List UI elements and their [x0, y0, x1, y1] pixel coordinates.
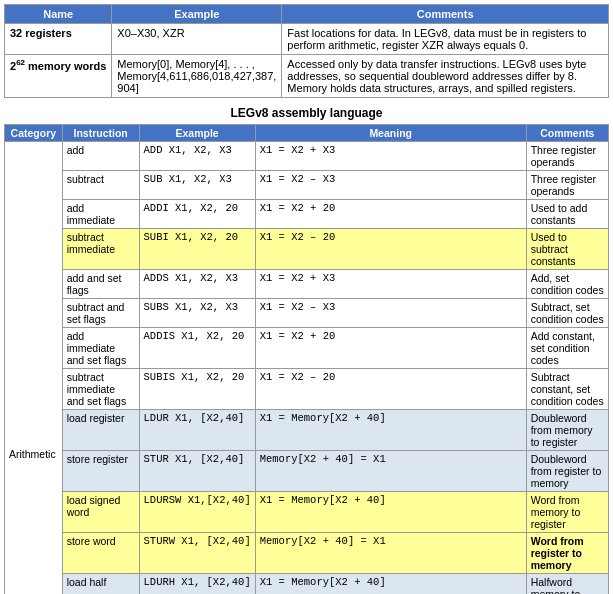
section-title: LEGv8 assembly language [4, 106, 609, 120]
example-cell: SUBS X1, X2, X3 [139, 299, 255, 328]
comments-cell: Used to subtract constants [526, 229, 608, 270]
instruction-cell: add immediate and set flags [62, 328, 139, 369]
comments-cell: Used to add constants [526, 200, 608, 229]
meaning-cell: X1 = X2 + 20 [255, 328, 526, 369]
meaning-cell: X1 = Memory[X2 + 40] [255, 410, 526, 451]
example-cell: LDURSW X1,[X2,40] [139, 492, 255, 533]
reg-name: 32 registers [5, 24, 112, 55]
comments-cell: Word from register to memory [526, 533, 608, 574]
col-header-example: Example [112, 5, 282, 24]
meaning-cell: X1 = X2 + X3 [255, 142, 526, 171]
meaning-cell: X1 = X2 – 20 [255, 229, 526, 270]
instruction-cell: store word [62, 533, 139, 574]
meaning-cell: Memory[X2 + 40] = X1 [255, 451, 526, 492]
comments-cell: Halfword memory to register [526, 574, 608, 595]
instruction-cell: subtract [62, 171, 139, 200]
instruction-cell: load signed word [62, 492, 139, 533]
comments-cell: Three register operands [526, 142, 608, 171]
mem-name: 262 memory words [5, 55, 112, 98]
table-row: 262 memory words Memory[0], Memory[4], .… [5, 55, 609, 98]
col-header-name: Name [5, 5, 112, 24]
col-category: Category [5, 125, 63, 142]
comments-cell: Add, set condition codes [526, 270, 608, 299]
comments-cell: Word from memory to register [526, 492, 608, 533]
meaning-cell: X1 = X2 – X3 [255, 171, 526, 200]
example-cell: ADD X1, X2, X3 [139, 142, 255, 171]
instruction-cell: add and set flags [62, 270, 139, 299]
comments-cell: Doubleword from memory to register [526, 410, 608, 451]
meaning-cell: X1 = X2 – X3 [255, 299, 526, 328]
meaning-cell: X1 = Memory[X2 + 40] [255, 574, 526, 595]
reg-comment: Fast locations for data. In LEGv8, data … [282, 24, 609, 55]
instruction-cell: add [62, 142, 139, 171]
registers-memory-table: Name Example Comments 32 registers X0–X3… [4, 4, 609, 98]
example-cell: STURW X1, [X2,40] [139, 533, 255, 574]
comments-cell: Subtract, set condition codes [526, 299, 608, 328]
comments-cell: Add constant, set condition codes [526, 328, 608, 369]
mem-example: Memory[0], Memory[4], . . . ,Memory[4,61… [112, 55, 282, 98]
example-cell: SUB X1, X2, X3 [139, 171, 255, 200]
comments-cell: Three register operands [526, 171, 608, 200]
instruction-cell: load half [62, 574, 139, 595]
table-row: 32 registers X0–X30, XZR Fast locations … [5, 24, 609, 55]
example-cell: ADDI X1, X2, 20 [139, 200, 255, 229]
example-cell: SUBIS X1, X2, 20 [139, 369, 255, 410]
page: Name Example Comments 32 registers X0–X3… [0, 0, 613, 594]
comments-cell: Doubleword from register to memory [526, 451, 608, 492]
comments-cell: Subtract constant, set condition codes [526, 369, 608, 410]
meaning-cell: Memory[X2 + 40] = X1 [255, 533, 526, 574]
category-cell: Arithmetic [5, 142, 63, 595]
col-meaning: Meaning [255, 125, 526, 142]
col-example: Example [139, 125, 255, 142]
instruction-cell: subtract immediate [62, 229, 139, 270]
example-cell: ADDIS X1, X2, 20 [139, 328, 255, 369]
example-cell: SUBI X1, X2, 20 [139, 229, 255, 270]
col-comments: Comments [526, 125, 608, 142]
instruction-cell: add immediate [62, 200, 139, 229]
col-instruction: Instruction [62, 125, 139, 142]
example-cell: LDUR X1, [X2,40] [139, 410, 255, 451]
instruction-table: Category Instruction Example Meaning Com… [4, 124, 609, 594]
meaning-cell: X1 = X2 + X3 [255, 270, 526, 299]
instruction-cell: load register [62, 410, 139, 451]
example-cell: LDURH X1, [X2,40] [139, 574, 255, 595]
col-header-comments: Comments [282, 5, 609, 24]
reg-example: X0–X30, XZR [112, 24, 282, 55]
meaning-cell: X1 = X2 + 20 [255, 200, 526, 229]
meaning-cell: X1 = X2 – 20 [255, 369, 526, 410]
instruction-cell: subtract and set flags [62, 299, 139, 328]
meaning-cell: X1 = Memory[X2 + 40] [255, 492, 526, 533]
example-cell: ADDS X1, X2, X3 [139, 270, 255, 299]
instruction-cell: subtract immediate and set flags [62, 369, 139, 410]
mem-comment: Accessed only by data transfer instructi… [282, 55, 609, 98]
instruction-cell: store register [62, 451, 139, 492]
example-cell: STUR X1, [X2,40] [139, 451, 255, 492]
